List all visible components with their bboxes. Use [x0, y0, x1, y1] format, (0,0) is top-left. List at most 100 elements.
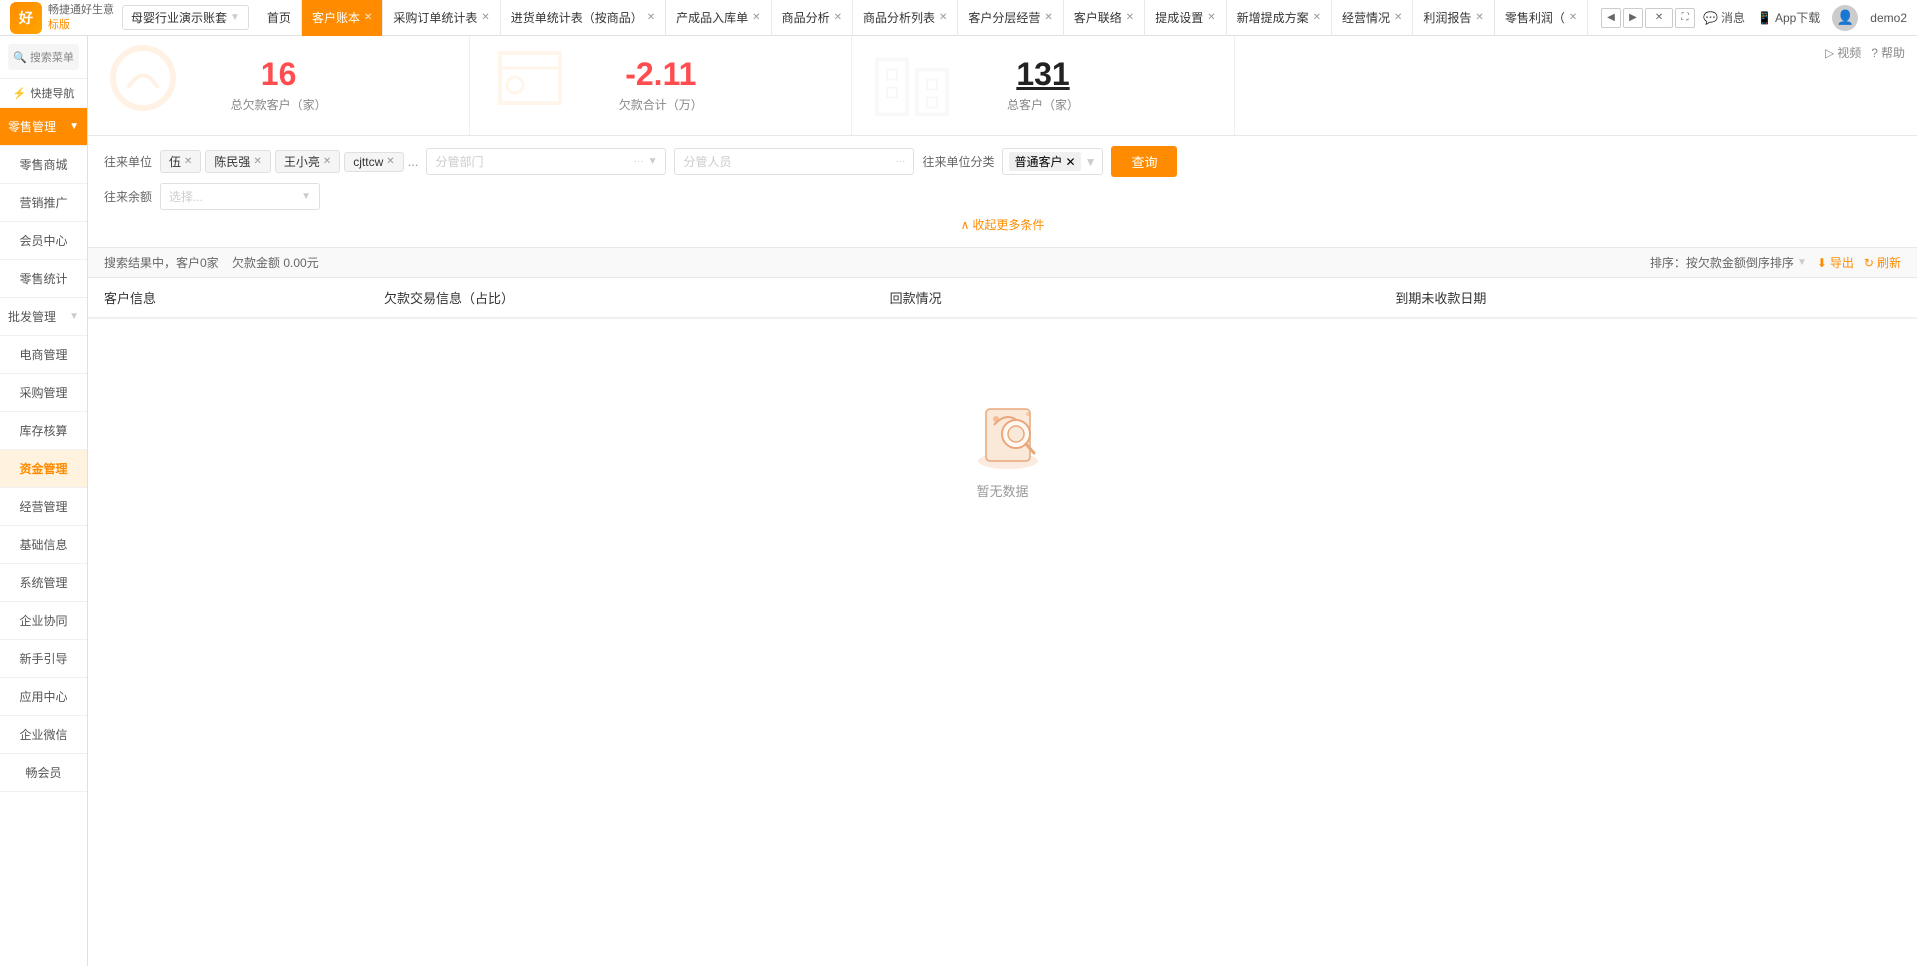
- empty-illustration: [958, 379, 1048, 469]
- unit-tag-group: 伍 ✕ 陈民强 ✕ 王小亮 ✕ cjttcw ✕ ...: [160, 150, 418, 173]
- sidebar-item-system[interactable]: 系统管理: [0, 564, 87, 602]
- chevron-down-icon: ▼: [230, 12, 240, 23]
- tab-commission-setting[interactable]: 提成设置 ✕: [1145, 0, 1226, 36]
- close-tab-icon[interactable]: ✕: [1044, 12, 1052, 23]
- dept-selector[interactable]: 分管部门 ··· ▼: [426, 148, 666, 175]
- filter-row-2: 往来余额 选择... ▼: [104, 183, 1901, 210]
- sidebar-item-app-center[interactable]: 应用中心: [0, 678, 87, 716]
- tab-profit-report[interactable]: 利润报告 ✕: [1413, 0, 1494, 36]
- sidebar-item-ecommerce[interactable]: 电商管理: [0, 336, 87, 374]
- filter-tag-chen: 陈民强 ✕: [205, 150, 270, 173]
- classify-selector[interactable]: 普通客户 ✕ ▼: [1002, 148, 1103, 175]
- close-tab-icon[interactable]: ✕: [1394, 12, 1402, 23]
- tab-inventory-stat[interactable]: 进货单统计表（按商品） ✕: [501, 0, 666, 36]
- tab-goods-analysis[interactable]: 商品分析 ✕: [772, 0, 853, 36]
- tab-new-commission[interactable]: 新增提成方案 ✕: [1227, 0, 1332, 36]
- remove-tag-wu[interactable]: ✕: [184, 156, 192, 167]
- help-icon: ?: [1871, 46, 1878, 60]
- logo-icon: 好: [10, 2, 42, 34]
- more-tags-btn[interactable]: ...: [408, 154, 419, 169]
- stat1-label: 总欠款客户（家）: [231, 96, 327, 113]
- collapse-filter-btn[interactable]: ∧ 收起更多条件: [961, 216, 1045, 233]
- remove-tag-wang[interactable]: ✕: [323, 156, 331, 167]
- close-all-btn[interactable]: ✕: [1645, 8, 1673, 28]
- classify-tag: 普通客户 ✕: [1009, 152, 1080, 171]
- chevron-down-icon: ▼: [1085, 155, 1097, 169]
- quick-nav-btn[interactable]: ⚡ 快捷导航: [0, 79, 87, 108]
- top-bar: 好 畅捷通好生意 标版 母婴行业演示账套 ▼ 首页 客户账本 ✕ 采购订单统计表…: [0, 0, 1917, 36]
- col-due-date: 到期未收款日期: [1395, 288, 1901, 307]
- classify-label: 往来单位分类: [922, 153, 994, 170]
- tab-customer-ledger[interactable]: 客户账本 ✕: [302, 0, 383, 36]
- sort-selector[interactable]: 排序：按欠款金额倒序排序 ▼: [1650, 254, 1807, 271]
- stats-bar: 16 总欠款客户（家） -2.11 欠款合计（万） 131 总客户（家）: [88, 36, 1917, 136]
- sidebar-item-enterprise-wechat[interactable]: 企业微信: [0, 716, 87, 754]
- chevron-down-icon: ▼: [301, 191, 311, 202]
- sidebar-item-wholesale[interactable]: 批发管理 ▼: [0, 298, 87, 336]
- tab-product-instock[interactable]: 产成品入库单 ✕: [666, 0, 771, 36]
- person-selector[interactable]: 分管人员 ···: [674, 148, 914, 175]
- search-menu-btn[interactable]: 🔍 搜索菜单: [8, 44, 79, 70]
- sidebar-item-basic-info[interactable]: 基础信息: [0, 526, 87, 564]
- tab-retail-profit[interactable]: 零售利润（ ✕: [1495, 0, 1588, 36]
- close-tab-icon[interactable]: ✕: [1475, 12, 1483, 23]
- sidebar-item-enterprise[interactable]: 企业协同: [0, 602, 87, 640]
- message-btn[interactable]: 💬 消息: [1703, 9, 1745, 26]
- close-tab-icon[interactable]: ✕: [481, 12, 489, 23]
- tab-goods-analysis-list[interactable]: 商品分析列表 ✕: [853, 0, 958, 36]
- sidebar-item-capital[interactable]: 资金管理: [0, 450, 87, 488]
- video-btn[interactable]: ▷ 视频: [1825, 44, 1861, 61]
- filter-tag-wu: 伍 ✕: [160, 150, 201, 173]
- tab-customer-layer[interactable]: 客户分层经营 ✕: [958, 0, 1063, 36]
- close-tab-icon[interactable]: ✕: [939, 12, 947, 23]
- query-button[interactable]: 查询: [1111, 146, 1177, 177]
- close-tab-icon[interactable]: ✕: [752, 12, 760, 23]
- close-tab-icon[interactable]: ✕: [1569, 12, 1577, 23]
- close-tab-icon[interactable]: ✕: [1126, 12, 1134, 23]
- tab-purchase-order[interactable]: 采购订单统计表 ✕: [383, 0, 500, 36]
- app-download-btn[interactable]: 📱 App下载: [1757, 9, 1820, 26]
- sidebar-item-inventory[interactable]: 库存核算: [0, 412, 87, 450]
- industry-selector[interactable]: 母婴行业演示账套 ▼: [122, 5, 249, 30]
- tab-customer-contact[interactable]: 客户联络 ✕: [1064, 0, 1145, 36]
- sidebar-item-vip[interactable]: 畅会员: [0, 754, 87, 792]
- avatar[interactable]: 👤: [1832, 5, 1858, 31]
- close-tab-icon[interactable]: ✕: [364, 12, 372, 23]
- tab-home[interactable]: 首页: [257, 0, 302, 36]
- sidebar-item-purchase[interactable]: 采购管理: [0, 374, 87, 412]
- stat2-value: -2.11: [625, 58, 696, 90]
- sidebar-item-retail-management[interactable]: 零售管理 ▼: [0, 108, 87, 146]
- close-tab-icon[interactable]: ✕: [647, 12, 655, 23]
- sidebar-item-operation[interactable]: 经营管理: [0, 488, 87, 526]
- fullscreen-btn[interactable]: ⛶: [1675, 8, 1695, 28]
- refresh-btn[interactable]: ↻ 刷新: [1864, 254, 1901, 271]
- remove-tag-cjttcw[interactable]: ✕: [386, 156, 394, 167]
- more-dots-person: ···: [895, 156, 905, 167]
- sidebar-search-area: 🔍 搜索菜单: [0, 36, 87, 79]
- next-tab-btn[interactable]: ▶: [1623, 8, 1643, 28]
- sidebar-item-retail-mall[interactable]: 零售商城: [0, 146, 87, 184]
- remove-tag-chen[interactable]: ✕: [253, 156, 261, 167]
- balance-selector[interactable]: 选择... ▼: [160, 183, 320, 210]
- close-tab-icon[interactable]: ✕: [1207, 12, 1215, 23]
- sidebar-item-retail-stats[interactable]: 零售统计: [0, 260, 87, 298]
- sidebar-item-beginner[interactable]: 新手引导: [0, 640, 87, 678]
- help-btn[interactable]: ? 帮助: [1871, 44, 1905, 61]
- export-btn[interactable]: ⬇ 导出: [1817, 254, 1854, 271]
- unit-label: 往来单位: [104, 153, 152, 170]
- chevron-down-icon: ▼: [1797, 257, 1807, 268]
- refresh-icon: ↻: [1864, 256, 1874, 270]
- remove-classify-tag[interactable]: ✕: [1066, 155, 1076, 169]
- tab-operation[interactable]: 经营情况 ✕: [1332, 0, 1413, 36]
- stat-total-all-customers: 131 总客户（家）: [852, 36, 1234, 135]
- filter-tag-cjttcw: cjttcw ✕: [344, 152, 403, 172]
- content-area: 16 总欠款客户（家） -2.11 欠款合计（万） 131 总客户（家）: [88, 36, 1917, 966]
- sidebar-item-member-center[interactable]: 会员中心: [0, 222, 87, 260]
- close-tab-icon[interactable]: ✕: [834, 12, 842, 23]
- main-layout: 🔍 搜索菜单 ⚡ 快捷导航 零售管理 ▼ 零售商城 营销推广 会员中心 零售统计…: [0, 36, 1917, 966]
- col-customer-info: 客户信息: [104, 288, 384, 307]
- sidebar-item-marketing[interactable]: 营销推广: [0, 184, 87, 222]
- prev-tab-btn[interactable]: ◀: [1601, 8, 1621, 28]
- close-tab-icon[interactable]: ✕: [1313, 12, 1321, 23]
- username-label: demo2: [1870, 11, 1907, 25]
